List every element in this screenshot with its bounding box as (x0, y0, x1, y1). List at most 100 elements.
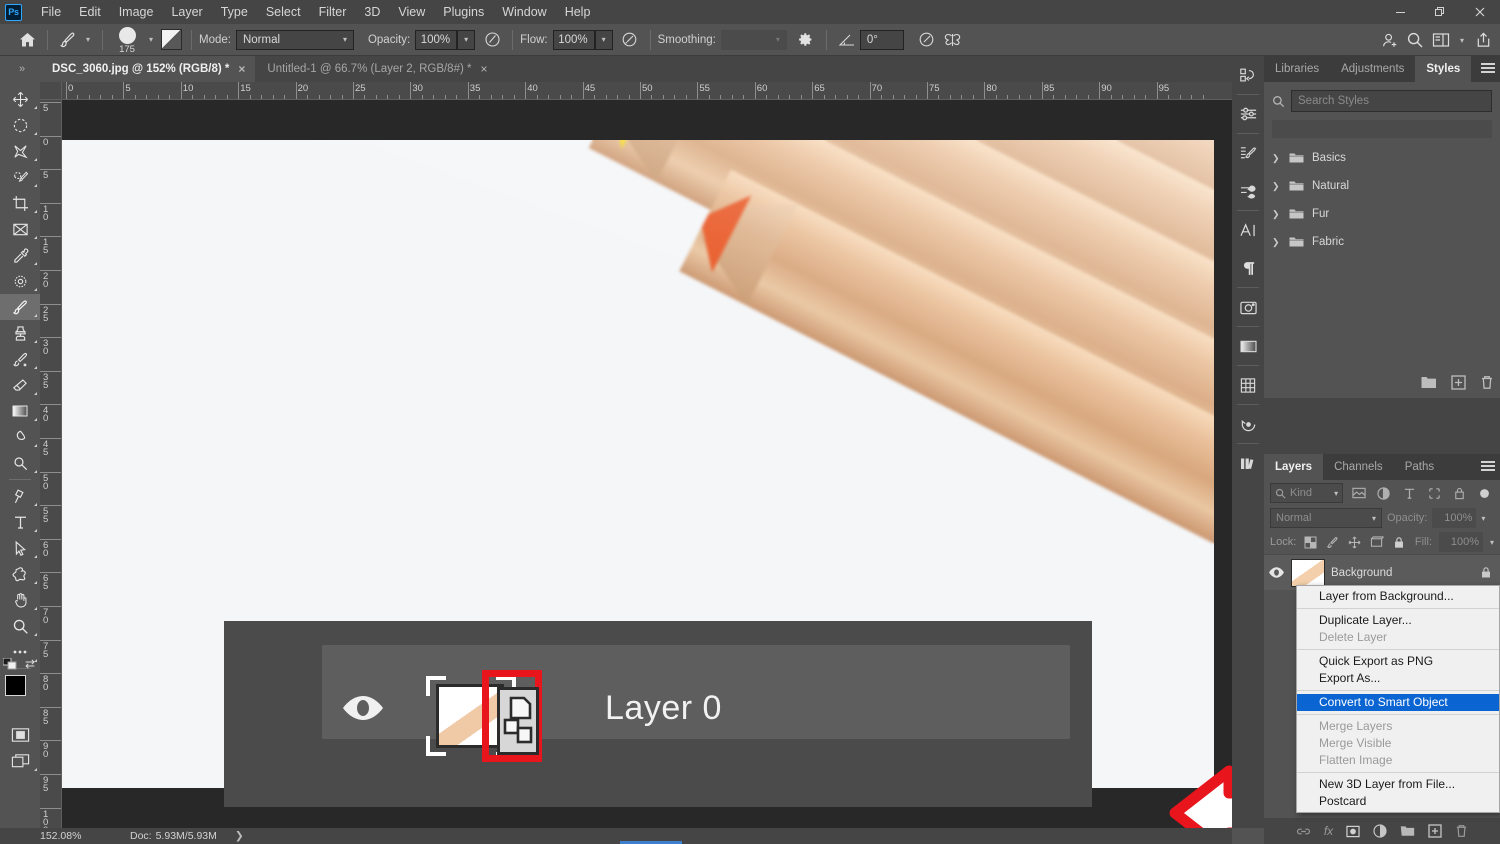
history-icon[interactable] (1232, 56, 1264, 94)
layer-opacity-dropdown-icon[interactable]: ▾ (1481, 514, 1485, 523)
filter-toggle-icon[interactable] (1475, 483, 1494, 503)
brush-angle-icon[interactable] (834, 28, 860, 52)
brush-tool-chevron-down-icon[interactable]: ▾ (81, 28, 95, 52)
menu-image[interactable]: Image (110, 2, 163, 22)
lock-transparent-pixels-icon[interactable] (1303, 535, 1318, 550)
menu-filter[interactable]: Filter (310, 2, 356, 22)
brush-presets-icon[interactable] (1232, 172, 1264, 210)
brush-settings-icon[interactable] (1232, 134, 1264, 172)
default-colors-icon[interactable] (3, 658, 17, 670)
filter-shape-icon[interactable] (1425, 483, 1444, 503)
tab-styles[interactable]: Styles (1415, 56, 1472, 82)
gradient-tool[interactable] (0, 398, 40, 424)
workspace-icon[interactable] (1428, 28, 1454, 52)
new-adjustment-layer-icon[interactable] (1373, 824, 1387, 838)
tab-adjustments[interactable]: Adjustments (1330, 56, 1416, 82)
layer-visibility-eye-icon[interactable] (340, 693, 386, 723)
dodge-tool[interactable] (0, 450, 40, 476)
actions-icon[interactable] (1232, 405, 1264, 443)
layer-context-menu[interactable]: Layer from Background... Duplicate Layer.… (1296, 585, 1500, 813)
history-brush-tool[interactable] (0, 346, 40, 372)
menu-3d[interactable]: 3D (355, 2, 389, 22)
crop-tool[interactable] (0, 190, 40, 216)
context-menu-item-export-as[interactable]: Export As... (1297, 670, 1499, 687)
styles-group-fabric[interactable]: ❯ Fabric (1264, 228, 1500, 256)
menu-type[interactable]: Type (212, 2, 257, 22)
horizontal-type-tool[interactable] (0, 509, 40, 535)
menu-file[interactable]: File (32, 2, 70, 22)
layer-thumbnail[interactable] (1291, 558, 1325, 587)
filter-smart-object-icon[interactable] (1450, 483, 1469, 503)
close-icon[interactable]: × (238, 62, 245, 76)
menu-view[interactable]: View (389, 2, 434, 22)
new-style-icon[interactable] (1451, 375, 1466, 390)
context-menu-item-duplicate-layer[interactable]: Duplicate Layer... (1297, 612, 1499, 629)
new-group-icon[interactable] (1421, 376, 1437, 389)
brush-preset-picker-icon[interactable]: 175 (110, 26, 144, 55)
link-layers-icon[interactable] (1296, 826, 1311, 837)
smoothing-dropdown-button[interactable]: ▾ (768, 29, 787, 50)
spot-healing-brush-tool[interactable] (0, 268, 40, 294)
clone-stamp-tool[interactable] (0, 320, 40, 346)
airbrush-icon[interactable] (617, 28, 643, 52)
opacity-dropdown-button[interactable]: ▾ (457, 29, 476, 50)
menu-select[interactable]: Select (257, 2, 310, 22)
delete-icon[interactable] (1480, 375, 1494, 390)
adjustments-icon[interactable] (1232, 95, 1264, 133)
hand-tool[interactable] (0, 587, 40, 613)
search-icon[interactable] (1402, 28, 1428, 52)
layer-blend-mode-select[interactable]: Normal ▾ (1270, 508, 1382, 528)
styles-search-input[interactable]: Search Styles (1291, 90, 1492, 112)
gear-icon[interactable] (793, 28, 819, 52)
chevron-right-icon[interactable]: ❯ (235, 830, 244, 842)
camera-raw-icon[interactable] (1232, 288, 1264, 326)
brush-preset-chevron-down-icon[interactable]: ▾ (144, 28, 158, 52)
libraries-icon[interactable] (1232, 444, 1264, 482)
collapse-panels-icon[interactable]: » (4, 56, 40, 82)
document-tab-dsc3060[interactable]: DSC_3060.jpg @ 152% (RGB/8) * × (40, 56, 256, 82)
zoom-level[interactable]: 152.08% (40, 830, 130, 842)
smoothing-input[interactable] (720, 29, 769, 50)
brush-tool[interactable] (0, 294, 40, 320)
menu-help[interactable]: Help (556, 2, 600, 22)
menu-plugins[interactable]: Plugins (434, 2, 493, 22)
lock-position-icon[interactable] (1347, 535, 1362, 550)
opacity-input[interactable]: 100% (415, 29, 458, 50)
context-menu-item-quick-export-as-png[interactable]: Quick Export as PNG (1297, 653, 1499, 670)
ruler-origin[interactable] (40, 82, 62, 100)
quick-mask-icon[interactable] (0, 722, 40, 748)
new-layer-icon[interactable] (1428, 824, 1442, 838)
context-menu-item-convert-to-smart-object[interactable]: Convert to Smart Object (1297, 694, 1499, 711)
close-icon[interactable]: × (480, 62, 487, 76)
home-icon[interactable] (14, 28, 40, 52)
add-layer-style-icon[interactable]: fx (1324, 824, 1333, 838)
tab-paths[interactable]: Paths (1393, 454, 1446, 480)
styles-group-fur[interactable]: ❯ Fur (1264, 200, 1500, 228)
layer-fill-input[interactable]: 100% (1438, 532, 1483, 552)
character-icon[interactable] (1232, 211, 1264, 249)
pen-tool[interactable] (0, 483, 40, 509)
lock-image-pixels-icon[interactable] (1325, 535, 1340, 550)
styles-preset-strip[interactable] (1272, 120, 1492, 138)
menu-edit[interactable]: Edit (70, 2, 110, 22)
tab-layers[interactable]: Layers (1264, 454, 1324, 480)
flow-input[interactable]: 100% (552, 29, 595, 50)
menu-layer[interactable]: Layer (162, 2, 211, 22)
screen-mode-icon[interactable] (0, 748, 40, 774)
filter-pixel-icon[interactable] (1349, 483, 1368, 503)
vertical-ruler[interactable]: 5 0 5 10 15 20 25 30 35 40 45 50 55 60 65 70 75 80 85 90 95 1… (40, 100, 62, 828)
share-icon[interactable] (1470, 28, 1496, 52)
pressure-size-icon[interactable] (914, 28, 940, 52)
menu-window[interactable]: Window (493, 2, 555, 22)
context-menu-item-postcard[interactable]: Postcard (1297, 793, 1499, 810)
styles-group-basics[interactable]: ❯ Basics (1264, 144, 1500, 172)
delete-layer-icon[interactable] (1455, 824, 1468, 838)
custom-shape-tool[interactable] (0, 561, 40, 587)
lasso-tool[interactable] (0, 138, 40, 164)
filter-type-icon[interactable] (1399, 483, 1418, 503)
panel-menu-icon[interactable] (1481, 63, 1495, 74)
path-selection-tool[interactable] (0, 535, 40, 561)
eyedropper-tool[interactable] (0, 242, 40, 268)
restore-icon[interactable] (1420, 0, 1460, 24)
blend-mode-select[interactable]: Normal ▾ (235, 29, 354, 50)
